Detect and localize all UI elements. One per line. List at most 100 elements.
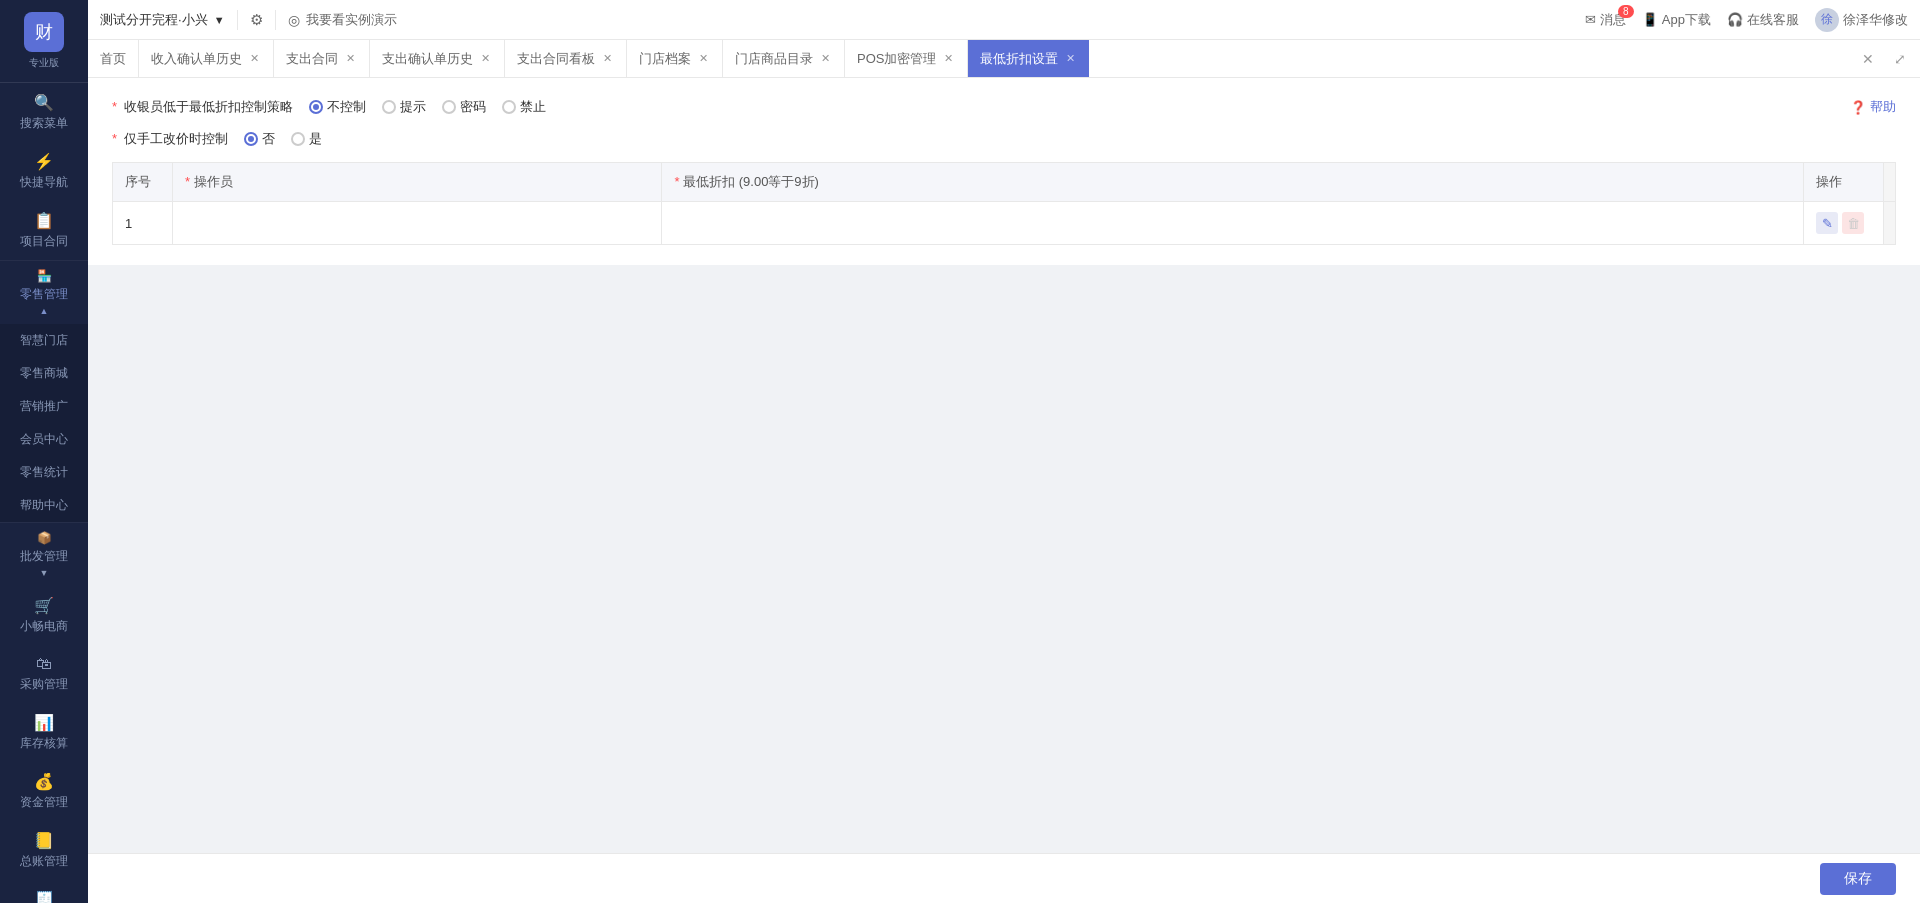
tab-min-discount[interactable]: 最低折扣设置 ✕ bbox=[968, 40, 1089, 78]
topbar: 测试分开完程·小兴 ▼ ⚙ ◎ 我要看实例演示 ✉ 消息 8 📱 App下载 🎧… bbox=[88, 0, 1920, 40]
sidebar-item-search[interactable]: 🔍 搜索菜单 bbox=[0, 83, 88, 142]
sidebar-sub-label: 帮助中心 bbox=[20, 497, 68, 514]
form-row-1: * 收银员低于最低折扣控制策略 不控制 提示 密码 bbox=[112, 98, 1896, 116]
sidebar: 财 专业版 🔍 搜索菜单 ⚡ 快捷导航 📋 项目合同 🏪 零售管理 ▲ 智慧门店… bbox=[0, 0, 88, 903]
sidebar-item-members[interactable]: 会员中心 bbox=[0, 423, 88, 456]
tab-home[interactable]: 首页 bbox=[88, 40, 139, 78]
sidebar-item-quicknav[interactable]: ⚡ 快捷导航 bbox=[0, 142, 88, 201]
tab-label: 支出确认单历史 bbox=[382, 50, 473, 68]
bottom-bar: 保存 bbox=[88, 853, 1920, 903]
sidebar-sub-label: 营销推广 bbox=[20, 398, 68, 415]
radio-password[interactable]: 密码 bbox=[442, 98, 486, 116]
help-button[interactable]: ❓ 帮助 bbox=[1850, 98, 1896, 116]
radio-yes[interactable]: 是 bbox=[291, 130, 322, 148]
quicknav-icon: ⚡ bbox=[34, 152, 54, 171]
tab-store-products[interactable]: 门店商品目录 ✕ bbox=[723, 40, 845, 78]
tab-label: 门店档案 bbox=[639, 50, 691, 68]
field2-radio-group: 否 是 bbox=[244, 130, 322, 148]
sidebar-item-invoice[interactable]: 🧾 发票管理 bbox=[0, 880, 88, 903]
sidebar-item-wholesale[interactable]: 📦 批发管理 ▼ bbox=[0, 522, 88, 586]
sidebar-item-label: 批发管理 bbox=[20, 548, 68, 565]
message-button[interactable]: ✉ 消息 8 bbox=[1585, 11, 1626, 29]
sidebar-item-retail[interactable]: 🏪 零售管理 ▲ bbox=[0, 260, 88, 324]
sidebar-item-purchase[interactable]: 🛍 采购管理 bbox=[0, 645, 88, 703]
sidebar-item-marketing[interactable]: 营销推广 bbox=[0, 390, 88, 423]
tab-close-icon[interactable]: ✕ bbox=[479, 52, 492, 65]
tab-close-icon[interactable]: ✕ bbox=[697, 52, 710, 65]
tab-expense-contract[interactable]: 支出合同 ✕ bbox=[274, 40, 370, 78]
project-name: 测试分开完程·小兴 bbox=[100, 11, 208, 29]
tab-income-history[interactable]: 收入确认单历史 ✕ bbox=[139, 40, 274, 78]
user-menu[interactable]: 徐 徐泽华修改 bbox=[1815, 8, 1908, 32]
topbar-settings-button[interactable]: ⚙ bbox=[250, 11, 263, 29]
sidebar-item-label: 快捷导航 bbox=[20, 174, 68, 191]
scroll-cell bbox=[1884, 202, 1896, 245]
demo-link[interactable]: ◎ 我要看实例演示 bbox=[288, 11, 397, 29]
sidebar-item-retail-stats[interactable]: 零售统计 bbox=[0, 456, 88, 489]
sidebar-item-ledger[interactable]: 📒 总账管理 bbox=[0, 821, 88, 880]
sidebar-item-contract[interactable]: 📋 项目合同 bbox=[0, 201, 88, 260]
cell-discount bbox=[662, 202, 1804, 245]
user-name: 徐泽华修改 bbox=[1843, 11, 1908, 29]
col-seq: 序号 bbox=[113, 163, 173, 202]
online-service-button[interactable]: 🎧 在线客服 bbox=[1727, 11, 1799, 29]
download-icon: 📱 bbox=[1642, 12, 1658, 27]
col-operator: * 操作员 bbox=[173, 163, 662, 202]
radio-forbid[interactable]: 禁止 bbox=[502, 98, 546, 116]
tab-label: POS加密管理 bbox=[857, 50, 936, 68]
sidebar-item-finance[interactable]: 💰 资金管理 bbox=[0, 762, 88, 821]
cell-seq: 1 bbox=[113, 202, 173, 245]
tab-close-icon[interactable]: ✕ bbox=[942, 52, 955, 65]
save-button[interactable]: 保存 bbox=[1820, 863, 1896, 895]
tab-close-icon[interactable]: ✕ bbox=[344, 52, 357, 65]
tab-label: 支出合同 bbox=[286, 50, 338, 68]
field1-radio-group: 不控制 提示 密码 禁止 bbox=[309, 98, 546, 116]
radio-remind[interactable]: 提示 bbox=[382, 98, 426, 116]
tab-close-icon[interactable]: ✕ bbox=[248, 52, 261, 65]
edit-row-button[interactable]: ✎ bbox=[1816, 212, 1838, 234]
sidebar-item-smart-store[interactable]: 智慧门店 bbox=[0, 324, 88, 357]
project-selector[interactable]: 测试分开完程·小兴 ▼ bbox=[100, 11, 225, 29]
sidebar-item-retail-mall[interactable]: 零售商城 bbox=[0, 357, 88, 390]
sidebar-item-inventory[interactable]: 📊 库存核算 bbox=[0, 703, 88, 762]
field1-label: * 收银员低于最低折扣控制策略 bbox=[112, 98, 293, 116]
finance-icon: 💰 bbox=[34, 772, 54, 791]
retail-expand-icon: ▲ bbox=[40, 306, 49, 316]
purchase-icon: 🛍 bbox=[36, 655, 52, 673]
message-badge: 8 bbox=[1618, 5, 1634, 18]
tab-fullscreen-button[interactable]: ⤢ bbox=[1888, 47, 1912, 71]
tab-expense-history[interactable]: 支出确认单历史 ✕ bbox=[370, 40, 505, 78]
tab-close-icon[interactable]: ✕ bbox=[601, 52, 614, 65]
radio-no-control[interactable]: 不控制 bbox=[309, 98, 366, 116]
search-icon: 🔍 bbox=[34, 93, 54, 112]
main-area: 测试分开完程·小兴 ▼ ⚙ ◎ 我要看实例演示 ✉ 消息 8 📱 App下载 🎧… bbox=[88, 0, 1920, 903]
topbar-divider2 bbox=[275, 10, 276, 30]
delete-row-button[interactable]: 🗑 bbox=[1842, 212, 1864, 234]
demo-label: 我要看实例演示 bbox=[306, 11, 397, 29]
contract-icon: 📋 bbox=[34, 211, 54, 230]
topbar-right: ✉ 消息 8 📱 App下载 🎧 在线客服 徐 徐泽华修改 bbox=[1585, 8, 1908, 32]
sidebar-sub-label: 会员中心 bbox=[20, 431, 68, 448]
col-actions: 操作 bbox=[1804, 163, 1884, 202]
sidebar-item-help[interactable]: 帮助中心 bbox=[0, 489, 88, 522]
sidebar-sub-label: 智慧门店 bbox=[20, 332, 68, 349]
tab-pos-encryption[interactable]: POS加密管理 ✕ bbox=[845, 40, 968, 78]
invoice-icon: 🧾 bbox=[34, 890, 54, 903]
tab-close-all-button[interactable]: ✕ bbox=[1856, 47, 1880, 71]
discount-table: 序号 * 操作员 * 最低折扣 (9.00等于9折) 操作 bbox=[112, 162, 1896, 245]
sidebar-sub-label: 零售商城 bbox=[20, 365, 68, 382]
radio-circle-icon bbox=[502, 100, 516, 114]
app-download-button[interactable]: 📱 App下载 bbox=[1642, 11, 1711, 29]
form-row-2: * 仅手工改价时控制 否 是 bbox=[112, 130, 1896, 148]
tab-expense-board[interactable]: 支出合同看板 ✕ bbox=[505, 40, 627, 78]
content-area: * 收银员低于最低折扣控制策略 不控制 提示 密码 bbox=[88, 78, 1920, 853]
radio-no[interactable]: 否 bbox=[244, 130, 275, 148]
radio-circle-icon bbox=[291, 132, 305, 146]
app-download-label: App下载 bbox=[1662, 11, 1711, 29]
sidebar-item-ecommerce[interactable]: 🛒 小畅电商 bbox=[0, 586, 88, 645]
cell-operator bbox=[173, 202, 662, 245]
tab-close-icon[interactable]: ✕ bbox=[1064, 52, 1077, 65]
tab-close-icon[interactable]: ✕ bbox=[819, 52, 832, 65]
tab-store-file[interactable]: 门店档案 ✕ bbox=[627, 40, 723, 78]
sidebar-item-label: 库存核算 bbox=[20, 735, 68, 752]
